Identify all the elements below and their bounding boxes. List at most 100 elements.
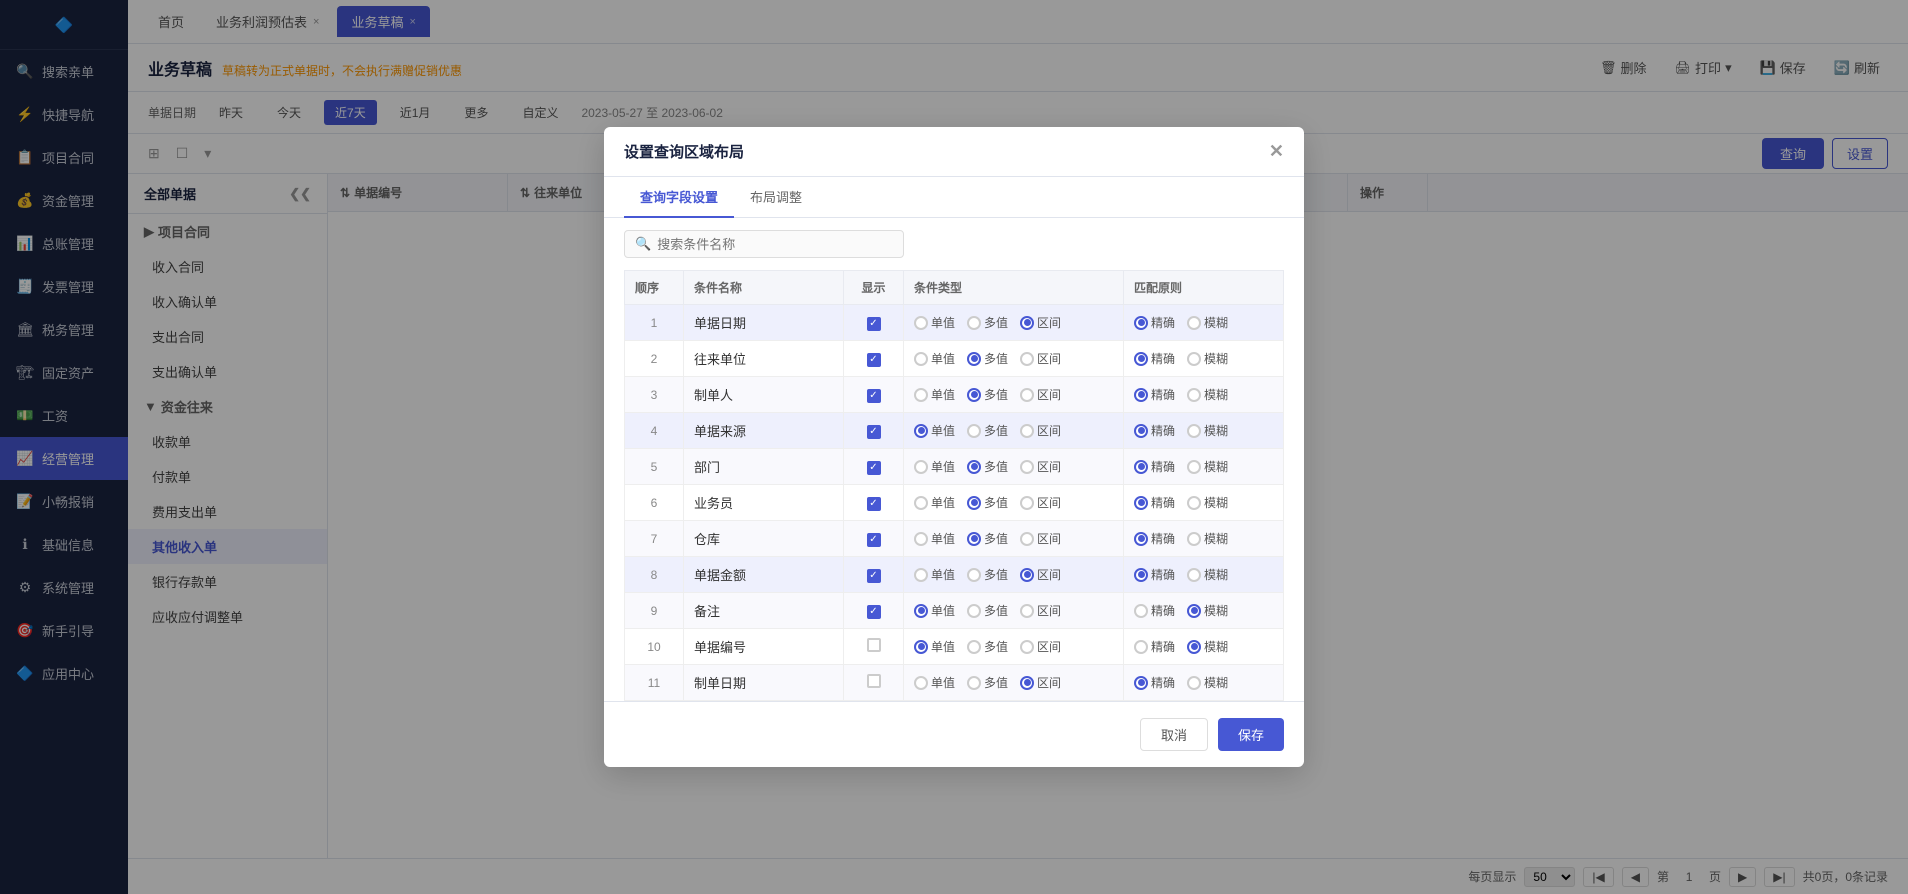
checkbox-display-row-3[interactable]: ✓ xyxy=(867,389,881,403)
radio-type-2-row-4[interactable]: 区间 xyxy=(1020,422,1061,439)
tab-query-fields-label: 查询字段设置 xyxy=(640,190,718,205)
radio-type-0-row-7[interactable]: 单值 xyxy=(914,530,955,547)
dialog-search-area: 🔍 xyxy=(604,218,1304,270)
checkbox-display-row-4[interactable]: ✓ xyxy=(867,425,881,439)
cell-type: 单值 多值 区间 xyxy=(904,629,1124,665)
cancel-button[interactable]: 取消 xyxy=(1140,718,1208,751)
cell-type: 单值 多值 区间 xyxy=(904,377,1124,413)
radio-match-1-row-11[interactable]: 模糊 xyxy=(1187,674,1228,691)
radio-type-0-row-6[interactable]: 单值 xyxy=(914,494,955,511)
dialog-table-row: 9 备注 ✓ 单值 多值 区间 精确 模糊 xyxy=(625,593,1284,629)
cell-display[interactable]: ✓ xyxy=(844,305,904,341)
radio-type-1-row-7[interactable]: 多值 xyxy=(967,530,1008,547)
radio-type-2-row-9[interactable]: 区间 xyxy=(1020,602,1061,619)
dialog-save-button[interactable]: 保存 xyxy=(1218,718,1284,751)
radio-type-1-row-8[interactable]: 多值 xyxy=(967,566,1008,583)
cell-display[interactable]: ✓ xyxy=(844,341,904,377)
cell-display[interactable]: ✓ xyxy=(844,413,904,449)
cell-display[interactable]: ✓ xyxy=(844,593,904,629)
radio-type-2-row-8[interactable]: 区间 xyxy=(1020,566,1061,583)
radio-type-2-row-5[interactable]: 区间 xyxy=(1020,458,1061,475)
checkbox-display-row-7[interactable]: ✓ xyxy=(867,533,881,547)
dialog-table-wrapper: 顺序 条件名称 显示 条件类型 匹配原则 1 单据日期 ✓ 单值 多值 区间 精… xyxy=(604,270,1304,701)
radio-match-1-row-7[interactable]: 模糊 xyxy=(1187,530,1228,547)
tab-layout[interactable]: 布局调整 xyxy=(734,177,818,218)
radio-type-2-row-7[interactable]: 区间 xyxy=(1020,530,1061,547)
tab-query-fields[interactable]: 查询字段设置 xyxy=(624,177,734,218)
radio-type-0-row-3[interactable]: 单值 xyxy=(914,386,955,403)
radio-type-1-row-6[interactable]: 多值 xyxy=(967,494,1008,511)
radio-match-0-row-11[interactable]: 精确 xyxy=(1134,674,1175,691)
cell-display[interactable] xyxy=(844,665,904,701)
radio-type-0-row-11[interactable]: 单值 xyxy=(914,674,955,691)
radio-type-2-row-10[interactable]: 区间 xyxy=(1020,638,1061,655)
radio-match-1-row-1[interactable]: 模糊 xyxy=(1187,314,1228,331)
cell-name: 制单日期 xyxy=(684,665,844,701)
radio-type-2-row-3[interactable]: 区间 xyxy=(1020,386,1061,403)
cell-order: 2 xyxy=(625,341,684,377)
dialog-table-row: 10 单据编号 单值 多值 区间 精确 模糊 xyxy=(625,629,1284,665)
radio-type-1-row-4[interactable]: 多值 xyxy=(967,422,1008,439)
radio-type-0-row-9[interactable]: 单值 xyxy=(914,602,955,619)
radio-match-1-row-2[interactable]: 模糊 xyxy=(1187,350,1228,367)
radio-match-1-row-3[interactable]: 模糊 xyxy=(1187,386,1228,403)
cell-display[interactable]: ✓ xyxy=(844,485,904,521)
radio-match-1-row-6[interactable]: 模糊 xyxy=(1187,494,1228,511)
checkbox-display-row-5[interactable]: ✓ xyxy=(867,461,881,475)
radio-match-0-row-8[interactable]: 精确 xyxy=(1134,566,1175,583)
dialog-search-box[interactable]: 🔍 xyxy=(624,230,904,258)
radio-match-0-row-7[interactable]: 精确 xyxy=(1134,530,1175,547)
cell-display[interactable]: ✓ xyxy=(844,521,904,557)
cell-name: 单据金额 xyxy=(684,557,844,593)
radio-type-2-row-2[interactable]: 区间 xyxy=(1020,350,1061,367)
radio-type-1-row-9[interactable]: 多值 xyxy=(967,602,1008,619)
radio-type-0-row-2[interactable]: 单值 xyxy=(914,350,955,367)
radio-match-0-row-9[interactable]: 精确 xyxy=(1134,602,1175,619)
radio-match-1-row-9[interactable]: 模糊 xyxy=(1187,602,1228,619)
checkbox-display-row-1[interactable]: ✓ xyxy=(867,317,881,331)
radio-type-1-row-3[interactable]: 多值 xyxy=(967,386,1008,403)
cell-match: 精确 模糊 xyxy=(1124,449,1284,485)
dialog-close-button[interactable]: ✕ xyxy=(1269,141,1284,162)
cell-order: 5 xyxy=(625,449,684,485)
radio-match-0-row-3[interactable]: 精确 xyxy=(1134,386,1175,403)
radio-type-0-row-1[interactable]: 单值 xyxy=(914,314,955,331)
cell-display[interactable]: ✓ xyxy=(844,449,904,485)
radio-type-1-row-11[interactable]: 多值 xyxy=(967,674,1008,691)
checkbox-display-row-10[interactable] xyxy=(867,638,881,652)
dialog-search-input[interactable] xyxy=(657,237,893,252)
cell-display[interactable]: ✓ xyxy=(844,557,904,593)
radio-match-1-row-4[interactable]: 模糊 xyxy=(1187,422,1228,439)
dialog-tabs: 查询字段设置 布局调整 xyxy=(604,177,1304,218)
radio-match-0-row-1[interactable]: 精确 xyxy=(1134,314,1175,331)
radio-type-0-row-5[interactable]: 单值 xyxy=(914,458,955,475)
radio-type-2-row-6[interactable]: 区间 xyxy=(1020,494,1061,511)
radio-type-0-row-4[interactable]: 单值 xyxy=(914,422,955,439)
radio-type-0-row-10[interactable]: 单值 xyxy=(914,638,955,655)
radio-match-0-row-6[interactable]: 精确 xyxy=(1134,494,1175,511)
checkbox-display-row-2[interactable]: ✓ xyxy=(867,353,881,367)
radio-match-0-row-4[interactable]: 精确 xyxy=(1134,422,1175,439)
radio-type-1-row-1[interactable]: 多值 xyxy=(967,314,1008,331)
cell-display[interactable]: ✓ xyxy=(844,377,904,413)
checkbox-display-row-11[interactable] xyxy=(867,674,881,688)
cell-display[interactable] xyxy=(844,629,904,665)
cell-name: 往来单位 xyxy=(684,341,844,377)
cell-type: 单值 多值 区间 xyxy=(904,449,1124,485)
radio-match-0-row-2[interactable]: 精确 xyxy=(1134,350,1175,367)
radio-match-1-row-10[interactable]: 模糊 xyxy=(1187,638,1228,655)
radio-match-1-row-8[interactable]: 模糊 xyxy=(1187,566,1228,583)
radio-type-1-row-5[interactable]: 多值 xyxy=(967,458,1008,475)
radio-match-1-row-5[interactable]: 模糊 xyxy=(1187,458,1228,475)
radio-type-2-row-1[interactable]: 区间 xyxy=(1020,314,1061,331)
radio-type-2-row-11[interactable]: 区间 xyxy=(1020,674,1061,691)
radio-type-1-row-2[interactable]: 多值 xyxy=(967,350,1008,367)
radio-match-0-row-5[interactable]: 精确 xyxy=(1134,458,1175,475)
checkbox-display-row-8[interactable]: ✓ xyxy=(867,569,881,583)
radio-type-0-row-8[interactable]: 单值 xyxy=(914,566,955,583)
checkbox-display-row-6[interactable]: ✓ xyxy=(867,497,881,511)
dialog-table-row: 3 制单人 ✓ 单值 多值 区间 精确 模糊 xyxy=(625,377,1284,413)
checkbox-display-row-9[interactable]: ✓ xyxy=(867,605,881,619)
radio-type-1-row-10[interactable]: 多值 xyxy=(967,638,1008,655)
radio-match-0-row-10[interactable]: 精确 xyxy=(1134,638,1175,655)
